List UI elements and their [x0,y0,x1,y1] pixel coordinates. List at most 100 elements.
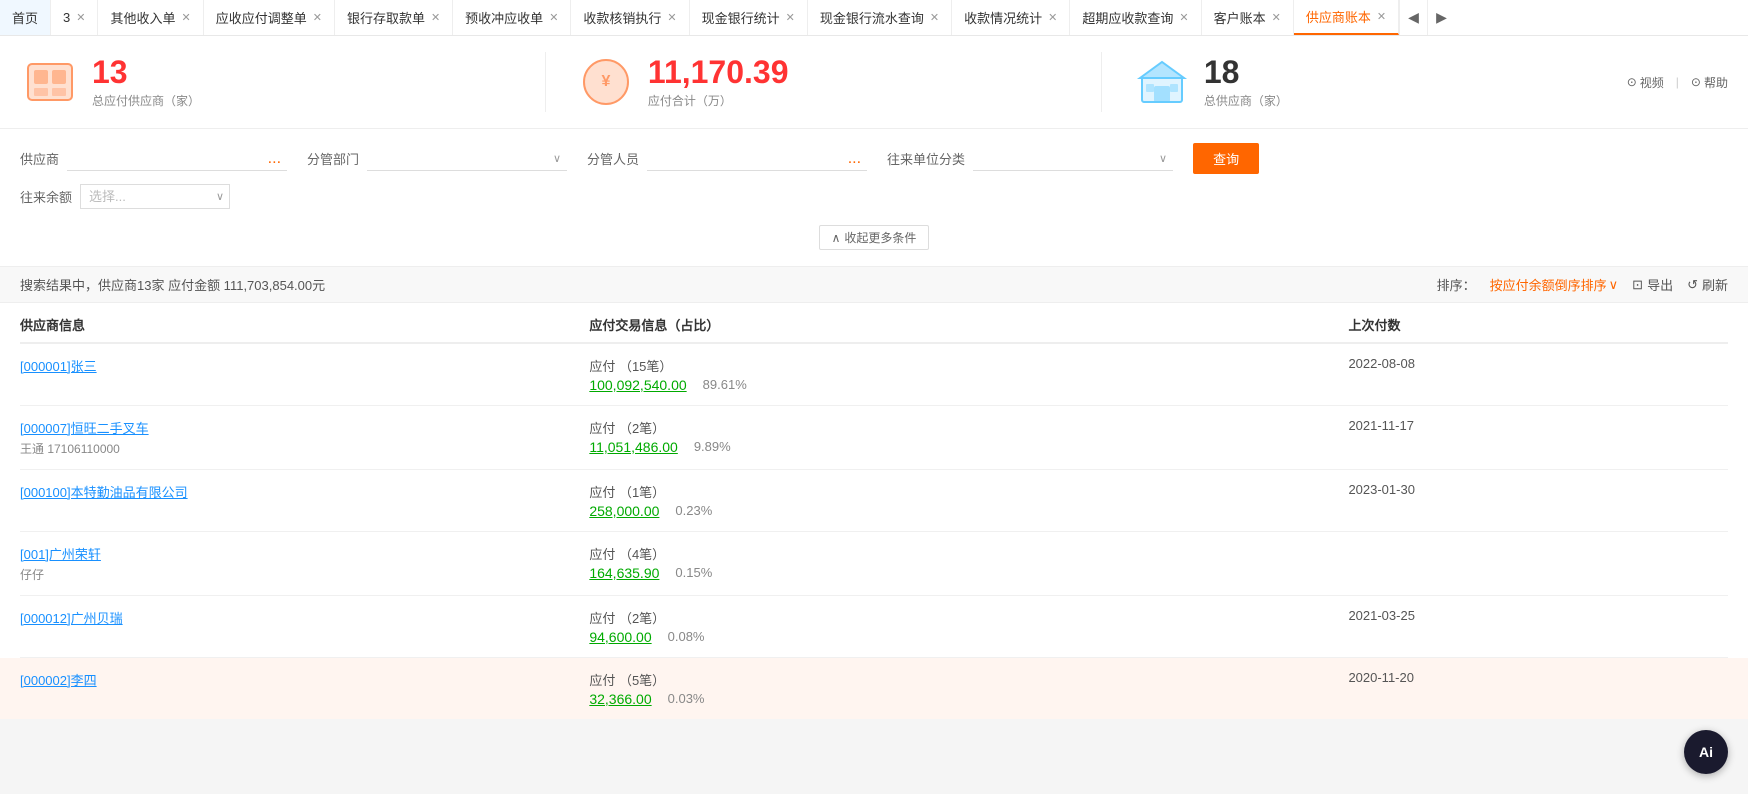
transaction-info-1: 应付 （15笔） 100,092,540.00 89.61% [589,356,1348,393]
category-select-wrapper: ∨ [973,147,1173,171]
last-payment-2: 2021-11-17 [1348,418,1728,433]
dept-label: 分管部门 [307,149,359,168]
close-cash-bank-stat[interactable]: ✕ [786,11,795,24]
nav-ar-ap-adjust[interactable]: 应收应付调整单 ✕ [204,0,335,35]
sort-chevron-icon: ∨ [1609,277,1619,293]
trans-amount-6[interactable]: 32,366.00 [589,691,651,707]
dept-input[interactable] [367,147,567,171]
svg-text:¥: ¥ [601,73,610,90]
stat-icon-store [1132,52,1192,112]
person-field: 分管人员 ... [587,147,867,171]
close-prepay-ar[interactable]: ✕ [549,11,558,24]
supplier-input[interactable] [67,147,287,171]
trans-type-2: 应付 （2笔） [589,418,1348,437]
supplier-link-4[interactable]: [001]广州荣轩 [20,544,589,563]
person-input[interactable] [647,147,867,171]
close-tab3[interactable]: ✕ [76,11,85,24]
trans-amount-4[interactable]: 164,635.90 [589,565,659,581]
nav-bank-deposit[interactable]: 银行存取款单 ✕ [335,0,453,35]
help-link[interactable]: ⊙ 帮助 [1691,74,1728,91]
person-input-wrapper: ... [647,147,867,171]
sort-label: 排序： [1437,275,1476,294]
refresh-icon: ↺ [1687,277,1698,293]
supplier-contact-4: 仔仔 [20,566,589,583]
nav-customer-ledger[interactable]: 客户账本 ✕ [1202,0,1294,35]
trans-amount-1[interactable]: 100,092,540.00 [589,377,686,393]
close-receipt-verify[interactable]: ✕ [667,11,676,24]
supplier-info-2: [000007]恒旺二手叉车 王通 17106110000 [20,418,589,457]
balance-select[interactable]: 选择... [80,184,230,209]
trans-pct-3: 0.23% [675,503,712,518]
export-icon: ⊡ [1632,277,1643,293]
trans-pct-2: 9.89% [694,439,731,454]
stat-label-total: 应付合计（万） [648,92,789,109]
nav-cash-bank-stat[interactable]: 现金银行统计 ✕ [690,0,808,35]
stats-bar: 13 总应付供应商（家） ¥ 11,170.39 应付合计（万） [0,36,1748,129]
close-receipt-stat[interactable]: ✕ [1048,11,1057,24]
trans-amount-5[interactable]: 94,600.00 [589,629,651,645]
nav-receipt-verify[interactable]: 收款核销执行 ✕ [571,0,689,35]
nav-tab3[interactable]: 3 ✕ [51,0,98,35]
supplier-link-2[interactable]: [000007]恒旺二手叉车 [20,418,589,437]
last-payment-3: 2023-01-30 [1348,482,1728,497]
category-input[interactable] [973,147,1173,171]
stat-info-all-suppliers: 18 总供应商（家） [1204,55,1288,109]
balance-field: 往来余额 选择... ∨ [20,184,230,209]
collapse-row: ∧ 收起更多条件 [20,219,1728,256]
nav-overdue-ar[interactable]: 超期应收款查询 ✕ [1070,0,1201,35]
supplier-link-3[interactable]: [000100]本特勤油品有限公司 [20,482,589,501]
sort-value[interactable]: 按应付余额倒序排序 ∨ [1490,275,1619,294]
supplier-link-6[interactable]: [000002]李四 [20,670,589,689]
nav-arrow-right[interactable]: ▶ [1427,0,1455,36]
nav-home[interactable]: 首页 [0,0,51,35]
trans-type-4: 应付 （4笔） [589,544,1348,563]
trans-amount-2[interactable]: 11,051,486.00 [589,439,678,455]
close-bank-deposit[interactable]: ✕ [431,11,440,24]
close-supplier-ledger[interactable]: ✕ [1377,10,1386,23]
table-header: 供应商信息 应付交易信息（占比） 上次付数 [20,303,1728,344]
supplier-field: 供应商 ... [20,147,287,171]
collapse-button[interactable]: ∧ 收起更多条件 [819,225,930,250]
supplier-info-5: [000012]广州贝瑞 [20,608,589,627]
col-header-transaction: 应付交易信息（占比） [589,315,1348,334]
nav-other-income[interactable]: 其他收入单 ✕ [98,0,203,35]
stat-divider-2 [1101,52,1102,112]
transaction-info-4: 应付 （4笔） 164,635.90 0.15% [589,544,1348,581]
nav-supplier-ledger[interactable]: 供应商账本 ✕ [1294,0,1399,35]
last-payment-1: 2022-08-08 [1348,356,1728,371]
close-overdue-ar[interactable]: ✕ [1179,11,1188,24]
balance-select-wrapper: 选择... ∨ [80,184,230,209]
top-navigation: 首页 3 ✕ 其他收入单 ✕ 应收应付调整单 ✕ 银行存取款单 ✕ 预收冲应收单… [0,0,1748,36]
close-customer-ledger[interactable]: ✕ [1272,11,1281,24]
nav-receipt-stat[interactable]: 收款情况统计 ✕ [952,0,1070,35]
stat-card-all-suppliers: 18 总供应商（家） [1132,52,1627,112]
ai-button[interactable]: Ai [1684,730,1728,774]
trans-row-3: 258,000.00 0.23% [589,501,1348,519]
refresh-button[interactable]: ↺ 刷新 [1687,275,1728,294]
nav-arrow-left[interactable]: ◀ [1399,0,1427,36]
stat-info-total: 11,170.39 应付合计（万） [648,55,789,109]
stat-icon-total: ¥ [576,52,636,112]
dept-field: 分管部门 ∨ [307,147,567,171]
nav-prepay-ar[interactable]: 预收冲应收单 ✕ [453,0,571,35]
help-icon: ⊙ [1691,75,1701,89]
collapse-label: 收起更多条件 [844,229,916,246]
trans-amount-3[interactable]: 258,000.00 [589,503,659,519]
close-cash-bank-flow[interactable]: ✕ [930,11,939,24]
supplier-info-1: [000001]张三 [20,356,589,375]
supplier-dots[interactable]: ... [268,150,281,168]
search-button[interactable]: 查询 [1193,143,1259,174]
category-label: 往来单位分类 [887,149,965,168]
close-other-income[interactable]: ✕ [181,11,190,24]
supplier-link-1[interactable]: [000001]张三 [20,356,589,375]
trans-pct-5: 0.08% [668,629,705,644]
supplier-link-5[interactable]: [000012]广州贝瑞 [20,608,589,627]
nav-cash-bank-flow[interactable]: 现金银行流水查询 ✕ [808,0,952,35]
video-link[interactable]: ⊙ 视频 [1627,74,1664,91]
export-button[interactable]: ⊡ 导出 [1632,275,1673,294]
trans-type-5: 应付 （2笔） [589,608,1348,627]
category-field: 往来单位分类 ∨ [887,147,1173,171]
supplier-table: 供应商信息 应付交易信息（占比） 上次付数 [000001]张三 应付 （15笔… [0,303,1748,719]
person-dots[interactable]: ... [848,150,861,168]
close-ar-ap-adjust[interactable]: ✕ [313,11,322,24]
